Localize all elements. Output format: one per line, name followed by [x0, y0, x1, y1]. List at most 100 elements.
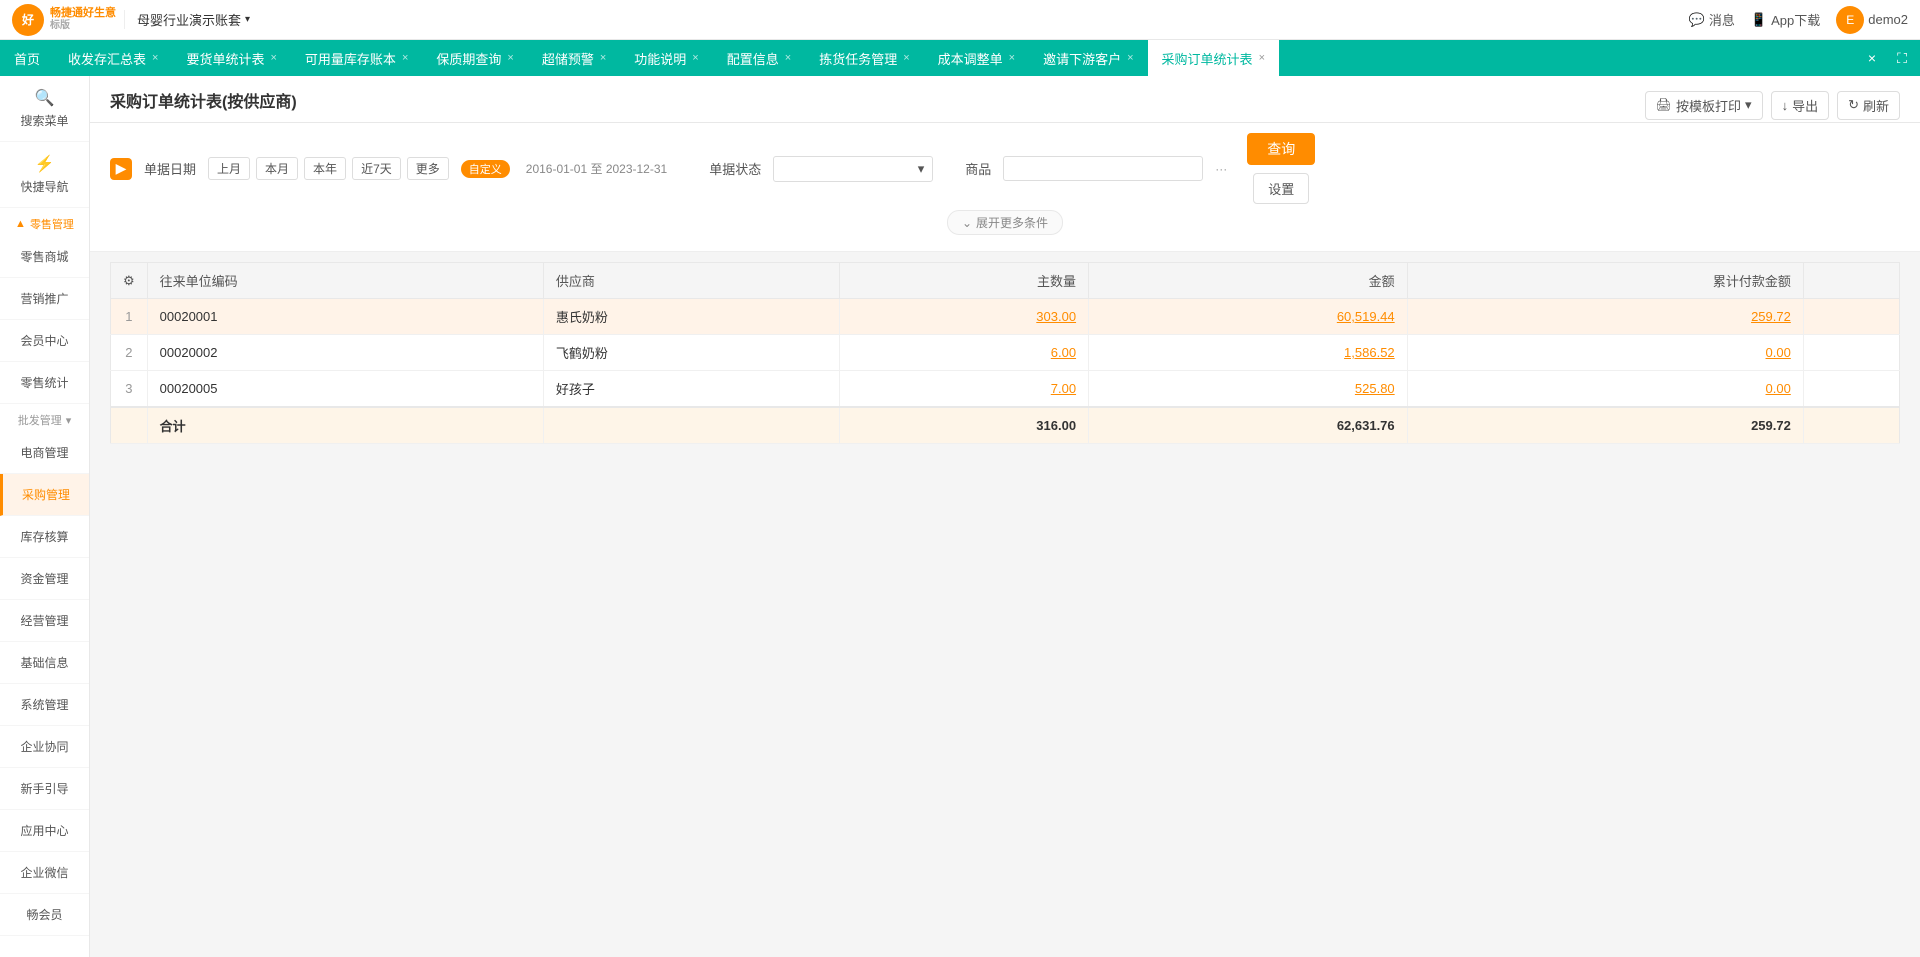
sidebar-item-finance[interactable]: 资金管理	[0, 558, 89, 600]
sidebar-item-member[interactable]: 会员中心	[0, 320, 89, 362]
tab-peizhi[interactable]: 配置信息 ×	[713, 40, 805, 76]
close-icon[interactable]: ×	[785, 52, 791, 64]
org-selector[interactable]: 母婴行业演示账套 ▾	[124, 10, 262, 29]
tab-yaoqing[interactable]: 邀请下游客户 ×	[1029, 40, 1147, 76]
setting-button[interactable]: 设置	[1253, 173, 1309, 204]
sidebar-item-newguide[interactable]: 新手引导	[0, 768, 89, 810]
expand-more-btn[interactable]: ⌄ 展开更多条件	[947, 210, 1063, 235]
nav-maximize-btn[interactable]: ⛶	[1888, 44, 1916, 72]
close-icon[interactable]: ×	[692, 52, 698, 64]
td-paid[interactable]: 0.00	[1407, 371, 1803, 408]
td-paid[interactable]: 259.72	[1407, 299, 1803, 335]
close-icon[interactable]: ×	[1259, 52, 1265, 64]
status-label: 单据状态	[709, 159, 761, 178]
table-row[interactable]: 2 00020002 飞鹤奶粉 6.00 1,586.52 0.00	[111, 335, 1900, 371]
sidebar-item-basics[interactable]: 基础信息	[0, 642, 89, 684]
top-bar: 好 畅捷通好生意 标版 母婴行业演示账套 ▾ 💬 消息 📱 App下载 E de…	[0, 0, 1920, 40]
td-supplier: 飞鹤奶粉	[543, 335, 839, 371]
close-icon[interactable]: ×	[402, 52, 408, 64]
tab-shoufacun[interactable]: 收发存汇总表 ×	[54, 40, 172, 76]
close-icon[interactable]: ×	[152, 52, 158, 64]
export-button[interactable]: ↓ 导出	[1771, 91, 1830, 120]
nav-close-btn[interactable]: ×	[1858, 44, 1886, 72]
refresh-button[interactable]: ↻ 刷新	[1837, 91, 1900, 120]
sidebar-item-wechat[interactable]: 企业微信	[0, 852, 89, 894]
table-header-row: ⚙ 往来单位编码 供应商 主数量 金额 累计付款金额	[111, 263, 1900, 299]
tab-keyongliang[interactable]: 可用量库存账本 ×	[291, 40, 422, 76]
tab-yaohuo[interactable]: 要货单统计表 ×	[172, 40, 290, 76]
sidebar-item-marketing[interactable]: 营销推广	[0, 278, 89, 320]
sidebar-item-operations[interactable]: 经营管理	[0, 600, 89, 642]
user-menu[interactable]: E demo2	[1836, 6, 1908, 34]
th-qty: 主数量	[840, 263, 1089, 299]
date-btn-7days[interactable]: 近7天	[352, 157, 401, 180]
page-header: 采购订单统计表(按供应商) 🖨 按模板打印 ▾ ↓ 导出 ↻ 刷新	[90, 76, 1920, 123]
page-title: 采购订单统计表(按供应商)	[110, 88, 297, 112]
sidebar-item-quicknav[interactable]: ⚡ 快捷导航	[0, 142, 89, 208]
td-num: 1	[111, 299, 148, 335]
td-qty[interactable]: 7.00	[840, 371, 1089, 408]
tab-jianhuo[interactable]: 拣货任务管理 ×	[805, 40, 923, 76]
td-code: 00020001	[147, 299, 543, 335]
td-code: 00020005	[147, 371, 543, 408]
sidebar-item-retail-mall[interactable]: 零售商城	[0, 236, 89, 278]
td-amount[interactable]: 1,586.52	[1089, 335, 1408, 371]
tab-chaochu[interactable]: 超储预警 ×	[528, 40, 620, 76]
close-icon[interactable]: ×	[1009, 52, 1015, 64]
query-button[interactable]: 查询	[1247, 133, 1315, 165]
sidebar-section-retail[interactable]: ▲ 零售管理	[0, 208, 89, 236]
template-print-button[interactable]: 🖨 按模板打印 ▾	[1645, 91, 1763, 120]
chevron-down-icon: ▾	[245, 14, 250, 25]
close-icon[interactable]: ×	[1127, 52, 1133, 64]
custom-badge: 自定义	[461, 160, 510, 178]
td-num: 2	[111, 335, 148, 371]
sidebar-item-changhui[interactable]: 畅会员	[0, 894, 89, 936]
chevron-down-icon: ▾	[1745, 97, 1752, 113]
td-amount[interactable]: 60,519.44	[1089, 299, 1408, 335]
date-btn-this-year[interactable]: 本年	[304, 157, 346, 180]
tab-baozhi[interactable]: 保质期查询 ×	[422, 40, 527, 76]
sidebar-item-system[interactable]: 系统管理	[0, 684, 89, 726]
tfoot-label: 合计	[147, 407, 543, 444]
date-btn-last-month[interactable]: 上月	[208, 157, 250, 180]
top-right: 💬 消息 📱 App下载 E demo2	[1689, 6, 1908, 34]
goods-input[interactable]	[1003, 156, 1203, 181]
tfoot-qty: 316.00	[840, 407, 1089, 444]
sidebar-item-search[interactable]: 🔍 搜索菜单	[0, 76, 89, 142]
tab-home[interactable]: 首页	[0, 40, 54, 76]
td-paid[interactable]: 0.00	[1407, 335, 1803, 371]
sidebar-item-inventory[interactable]: 库存核算	[0, 516, 89, 558]
sidebar-item-appcenter[interactable]: 应用中心	[0, 810, 89, 852]
tab-chengben[interactable]: 成本调整单 ×	[924, 40, 1029, 76]
close-icon[interactable]: ×	[903, 52, 909, 64]
sidebar-item-enterprise[interactable]: 企业协同	[0, 726, 89, 768]
table-area: ⚙ 往来单位编码 供应商 主数量 金额 累计付款金额 1 00020001 惠氏…	[90, 252, 1920, 957]
close-icon[interactable]: ×	[600, 52, 606, 64]
search-icon: 🔍	[35, 88, 55, 108]
table-row[interactable]: 1 00020001 惠氏奶粉 303.00 60,519.44 259.72	[111, 299, 1900, 335]
tab-gongneng[interactable]: 功能说明 ×	[620, 40, 712, 76]
goods-more-btn[interactable]: ···	[1215, 162, 1227, 176]
th-settings[interactable]: ⚙	[111, 263, 148, 299]
sidebar-item-ecommerce[interactable]: 电商管理	[0, 432, 89, 474]
close-icon[interactable]: ×	[507, 52, 513, 64]
refresh-icon: ↻	[1848, 97, 1859, 113]
td-amount[interactable]: 525.80	[1089, 371, 1408, 408]
table-row[interactable]: 3 00020005 好孩子 7.00 525.80 0.00	[111, 371, 1900, 408]
close-icon[interactable]: ×	[270, 52, 276, 64]
sidebar-item-purchase[interactable]: 采购管理	[0, 474, 89, 516]
sidebar-item-retail-stats[interactable]: 零售统计	[0, 362, 89, 404]
goods-label: 商品	[965, 159, 991, 178]
td-supplier: 惠氏奶粉	[543, 299, 839, 335]
message-btn[interactable]: 💬 消息	[1689, 10, 1735, 29]
filter-toggle-btn[interactable]: ▶	[110, 158, 132, 180]
tab-caigou-active[interactable]: 采购订单统计表 ×	[1148, 40, 1279, 76]
sidebar-section-wholesale[interactable]: 批发管理 ▾	[0, 404, 89, 432]
status-select[interactable]: ▾	[773, 156, 933, 182]
td-qty[interactable]: 303.00	[840, 299, 1089, 335]
th-code: 往来单位编码	[147, 263, 543, 299]
app-download-btn[interactable]: 📱 App下载	[1751, 10, 1820, 29]
date-btn-this-month[interactable]: 本月	[256, 157, 298, 180]
date-btn-more[interactable]: 更多	[407, 157, 449, 180]
td-qty[interactable]: 6.00	[840, 335, 1089, 371]
